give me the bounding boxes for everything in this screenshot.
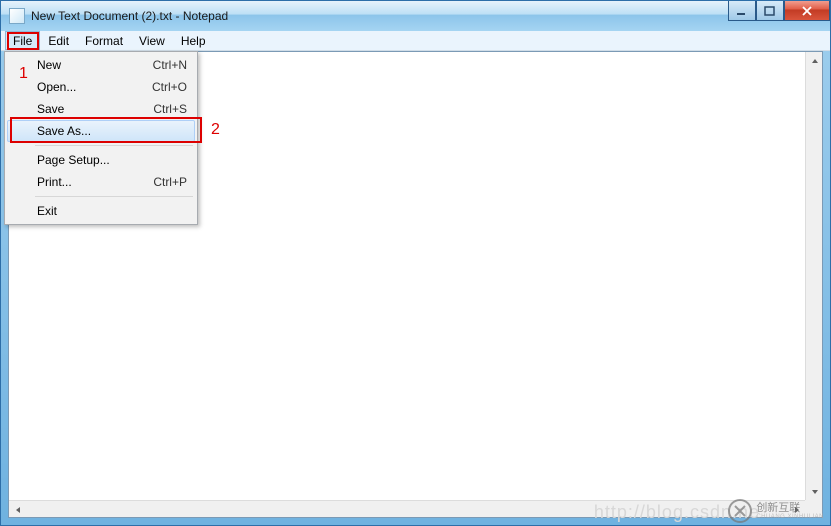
scroll-left-button[interactable] bbox=[9, 501, 26, 518]
window-title: New Text Document (2).txt - Notepad bbox=[31, 9, 228, 23]
menu-separator bbox=[35, 196, 193, 197]
menu-help-label: Help bbox=[181, 34, 206, 48]
menu-separator bbox=[35, 145, 193, 146]
menu-view[interactable]: View bbox=[131, 31, 173, 50]
file-menu-save-as[interactable]: Save As... bbox=[7, 120, 195, 142]
menu-item-label: Exit bbox=[37, 204, 187, 218]
maximize-button[interactable] bbox=[756, 1, 784, 21]
menu-item-shortcut: Ctrl+N bbox=[153, 58, 187, 72]
notepad-icon bbox=[9, 8, 25, 24]
vertical-scrollbar[interactable] bbox=[805, 52, 822, 500]
file-menu-print[interactable]: Print... Ctrl+P bbox=[7, 171, 195, 193]
file-menu-save[interactable]: Save Ctrl+S bbox=[7, 98, 195, 120]
minimize-button[interactable] bbox=[728, 1, 756, 21]
scroll-right-button[interactable] bbox=[788, 501, 805, 518]
scroll-corner bbox=[805, 500, 822, 517]
horizontal-scrollbar[interactable] bbox=[9, 500, 805, 517]
menu-item-shortcut: Ctrl+O bbox=[152, 80, 187, 94]
file-menu-page-setup[interactable]: Page Setup... bbox=[7, 149, 195, 171]
window-controls bbox=[728, 1, 830, 21]
menu-help[interactable]: Help bbox=[173, 31, 214, 50]
menu-item-shortcut: Ctrl+S bbox=[153, 102, 187, 116]
menu-file-label: File bbox=[13, 34, 32, 48]
close-button[interactable] bbox=[784, 1, 830, 21]
menu-format[interactable]: Format bbox=[77, 31, 131, 50]
menu-edit-label: Edit bbox=[48, 34, 69, 48]
menu-item-shortcut: Ctrl+P bbox=[153, 175, 187, 189]
menu-view-label: View bbox=[139, 34, 165, 48]
file-dropdown: New Ctrl+N Open... Ctrl+O Save Ctrl+S Sa… bbox=[4, 51, 198, 225]
menu-item-label: Save As... bbox=[37, 124, 187, 138]
scroll-up-button[interactable] bbox=[806, 52, 823, 69]
menu-item-label: Open... bbox=[37, 80, 152, 94]
file-menu-new[interactable]: New Ctrl+N bbox=[7, 54, 195, 76]
menu-item-label: Save bbox=[37, 102, 153, 116]
menu-format-label: Format bbox=[85, 34, 123, 48]
notepad-window: New Text Document (2).txt - Notepad File… bbox=[0, 0, 831, 526]
titlebar[interactable]: New Text Document (2).txt - Notepad bbox=[1, 1, 830, 31]
file-menu-exit[interactable]: Exit bbox=[7, 200, 195, 222]
menu-file[interactable]: File bbox=[5, 31, 40, 50]
menu-edit[interactable]: Edit bbox=[40, 31, 77, 50]
menu-item-label: New bbox=[37, 58, 153, 72]
file-menu-open[interactable]: Open... Ctrl+O bbox=[7, 76, 195, 98]
menu-item-label: Print... bbox=[37, 175, 153, 189]
scroll-down-button[interactable] bbox=[806, 483, 823, 500]
menubar: File Edit Format View Help New Ctrl+N Op… bbox=[1, 31, 830, 51]
menu-item-label: Page Setup... bbox=[37, 153, 187, 167]
